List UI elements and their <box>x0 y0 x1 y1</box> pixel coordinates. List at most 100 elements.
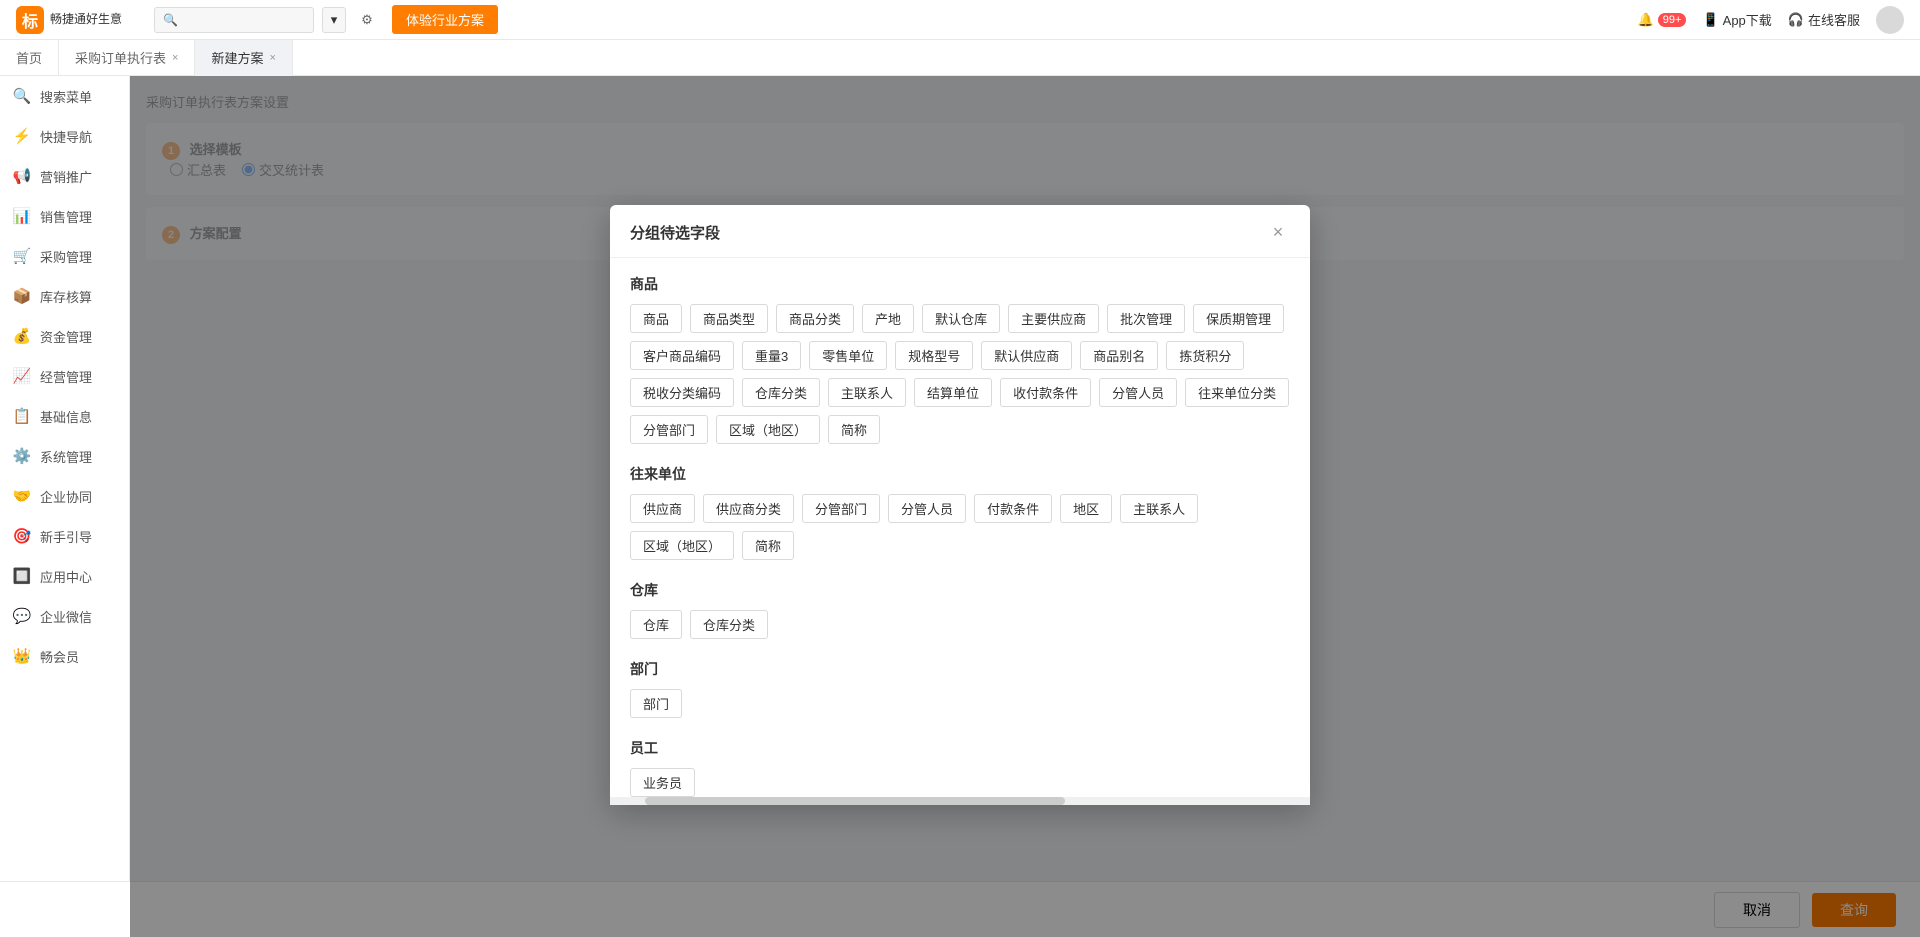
field-tag-partner-area[interactable]: 区域（地区） <box>630 531 734 560</box>
user-avatar[interactable] <box>1876 6 1904 34</box>
sidebar-item-member[interactable]: 👑 畅会员 <box>0 636 129 676</box>
sidebar: 🔍 搜索菜单 ⚡ 快捷导航 📢 营销推广 📊 销售管理 🛒 采购管理 📦 库存核… <box>0 76 130 937</box>
sidebar-item-operations-label: 经营管理 <box>40 367 92 386</box>
section-warehouse: 仓库 仓库 仓库分类 <box>630 580 1290 639</box>
field-tag-retail-unit[interactable]: 零售单位 <box>809 341 887 370</box>
sidebar-item-system-label: 系统管理 <box>40 447 92 466</box>
top-search-input[interactable]: 🔍 <box>154 7 314 33</box>
sidebar-item-newguide[interactable]: 🎯 新手引导 <box>0 516 129 556</box>
logo-icon: 标 <box>16 6 44 34</box>
sidebar-item-member-label: 畅会员 <box>40 647 79 666</box>
field-tag-supervisor[interactable]: 分管人员 <box>1099 378 1177 407</box>
sidebar-item-marketing[interactable]: 📢 营销推广 <box>0 156 129 196</box>
field-tag-partner-short[interactable]: 简称 <box>742 531 794 560</box>
sidebar-item-system[interactable]: ⚙️ 系统管理 <box>0 436 129 476</box>
section-employee-tags: 业务员 <box>630 768 1290 797</box>
member-icon: 👑 <box>12 646 32 666</box>
field-tag-partner-supervisor[interactable]: 分管人员 <box>888 494 966 523</box>
field-tag-dept[interactable]: 分管部门 <box>630 415 708 444</box>
modal-close-button[interactable]: × <box>1266 221 1290 245</box>
field-tag-goods-alias[interactable]: 商品别名 <box>1080 341 1158 370</box>
sidebar-item-search[interactable]: 🔍 搜索菜单 <box>0 76 129 116</box>
field-tag-tax-code[interactable]: 税收分类编码 <box>630 378 734 407</box>
field-tag-default-warehouse[interactable]: 默认仓库 <box>922 304 1000 333</box>
field-tag-expire[interactable]: 保质期管理 <box>1193 304 1284 333</box>
sidebar-item-appcenter-label: 应用中心 <box>40 567 92 586</box>
section-goods-tags: 商品 商品类型 商品分类 产地 默认仓库 主要供应商 批次管理 保质期管理 客户… <box>630 304 1290 444</box>
gear-icon[interactable]: ⚙ <box>354 7 380 33</box>
notification-icon: 🔔 <box>1638 12 1654 28</box>
field-tag-goods-category[interactable]: 商品分类 <box>776 304 854 333</box>
field-tag-origin[interactable]: 产地 <box>862 304 914 333</box>
sidebar-item-appcenter[interactable]: 🔲 应用中心 <box>0 556 129 596</box>
sidebar-item-basics[interactable]: 📋 基础信息 <box>0 396 129 436</box>
section-department: 部门 部门 <box>630 659 1290 718</box>
field-tag-goods[interactable]: 商品 <box>630 304 682 333</box>
field-tag-partner-category[interactable]: 往来单位分类 <box>1185 378 1289 407</box>
field-tag-partner-region[interactable]: 地区 <box>1060 494 1112 523</box>
sidebar-item-purchase-label: 采购管理 <box>40 247 92 266</box>
field-tag-partner-payment[interactable]: 付款条件 <box>974 494 1052 523</box>
quicknav-icon: ⚡ <box>12 126 32 146</box>
field-tag-default-supplier[interactable]: 默认供应商 <box>981 341 1072 370</box>
sidebar-item-quicknav[interactable]: ⚡ 快捷导航 <box>0 116 129 156</box>
field-tag-region[interactable]: 区域（地区） <box>716 415 820 444</box>
field-tag-department[interactable]: 部门 <box>630 689 682 718</box>
tab-home[interactable]: 首页 <box>0 40 59 76</box>
field-tag-settlement-unit[interactable]: 结算单位 <box>914 378 992 407</box>
section-warehouse-title: 仓库 <box>630 580 1290 600</box>
field-tag-warehouse-cat[interactable]: 仓库分类 <box>690 610 768 639</box>
app-download-item[interactable]: 📱 App下载 <box>1702 10 1771 29</box>
sidebar-item-marketing-label: 营销推广 <box>40 167 92 186</box>
field-tag-spec-model[interactable]: 规格型号 <box>895 341 973 370</box>
logo-area: 标 畅捷通好生意 <box>16 6 146 34</box>
dropdown-btn[interactable]: ▾ <box>322 7 346 33</box>
top-nav-area: 🔍 ▾ ⚙ 体验行业方案 <box>146 5 1638 34</box>
sidebar-item-purchase[interactable]: 🛒 采购管理 <box>0 236 129 276</box>
tab-new-plan[interactable]: 新建方案 × <box>195 40 292 76</box>
field-tag-partner-dept[interactable]: 分管部门 <box>802 494 880 523</box>
appcenter-icon: 🔲 <box>12 566 32 586</box>
sidebar-item-wechat[interactable]: 💬 企业微信 <box>0 596 129 636</box>
field-tag-customer-code[interactable]: 客户商品编码 <box>630 341 734 370</box>
field-tag-goods-type[interactable]: 商品类型 <box>690 304 768 333</box>
online-service-item[interactable]: 🎧 在线客服 <box>1788 10 1860 29</box>
field-tag-supplier[interactable]: 供应商 <box>630 494 695 523</box>
sidebar-item-operations[interactable]: 📈 经营管理 <box>0 356 129 396</box>
section-partner-tags: 供应商 供应商分类 分管部门 分管人员 付款条件 地区 主联系人 区域（地区） … <box>630 494 1290 560</box>
marketing-icon: 📢 <box>12 166 32 186</box>
experience-button[interactable]: 体验行业方案 <box>392 5 498 34</box>
field-tag-weight3[interactable]: 重量3 <box>742 341 801 370</box>
newguide-icon: 🎯 <box>12 526 32 546</box>
collab-icon: 🤝 <box>12 486 32 506</box>
field-tag-warehouse-category[interactable]: 仓库分类 <box>742 378 820 407</box>
tab-purchase-list[interactable]: 采购订单执行表 × <box>59 40 195 76</box>
section-partner: 往来单位 供应商 供应商分类 分管部门 分管人员 付款条件 地区 主联系人 区域… <box>630 464 1290 560</box>
headset-icon: 🎧 <box>1788 12 1804 28</box>
field-tag-salesperson[interactable]: 业务员 <box>630 768 695 797</box>
field-tag-partner-contact[interactable]: 主联系人 <box>1120 494 1198 523</box>
notification-badge: 99+ <box>1658 13 1687 27</box>
sidebar-item-inventory[interactable]: 📦 库存核算 <box>0 276 129 316</box>
sidebar-item-sales[interactable]: 📊 销售管理 <box>0 196 129 236</box>
tab-purchase-close[interactable]: × <box>172 52 178 64</box>
field-tag-main-contact[interactable]: 主联系人 <box>828 378 906 407</box>
sidebar-item-collab[interactable]: 🤝 企业协同 <box>0 476 129 516</box>
tab-new-plan-close[interactable]: × <box>269 52 275 64</box>
sidebar-item-finance[interactable]: 💰 资金管理 <box>0 316 129 356</box>
sales-icon: 📊 <box>12 206 32 226</box>
field-tag-batch[interactable]: 批次管理 <box>1107 304 1185 333</box>
basics-icon: 📋 <box>12 406 32 426</box>
search-icon: 🔍 <box>163 13 178 27</box>
field-tag-payment-terms[interactable]: 收付款条件 <box>1000 378 1091 407</box>
field-tag-pick-points[interactable]: 拣货积分 <box>1166 341 1244 370</box>
section-department-tags: 部门 <box>630 689 1290 718</box>
section-goods-title: 商品 <box>630 274 1290 294</box>
modal-horizontal-scrollbar[interactable] <box>610 797 1310 805</box>
field-tag-supplier-category[interactable]: 供应商分类 <box>703 494 794 523</box>
section-partner-title: 往来单位 <box>630 464 1290 484</box>
notification-item[interactable]: 🔔 99+ <box>1638 12 1687 28</box>
field-tag-warehouse[interactable]: 仓库 <box>630 610 682 639</box>
field-tag-main-supplier[interactable]: 主要供应商 <box>1008 304 1099 333</box>
field-tag-short-name[interactable]: 简称 <box>828 415 880 444</box>
